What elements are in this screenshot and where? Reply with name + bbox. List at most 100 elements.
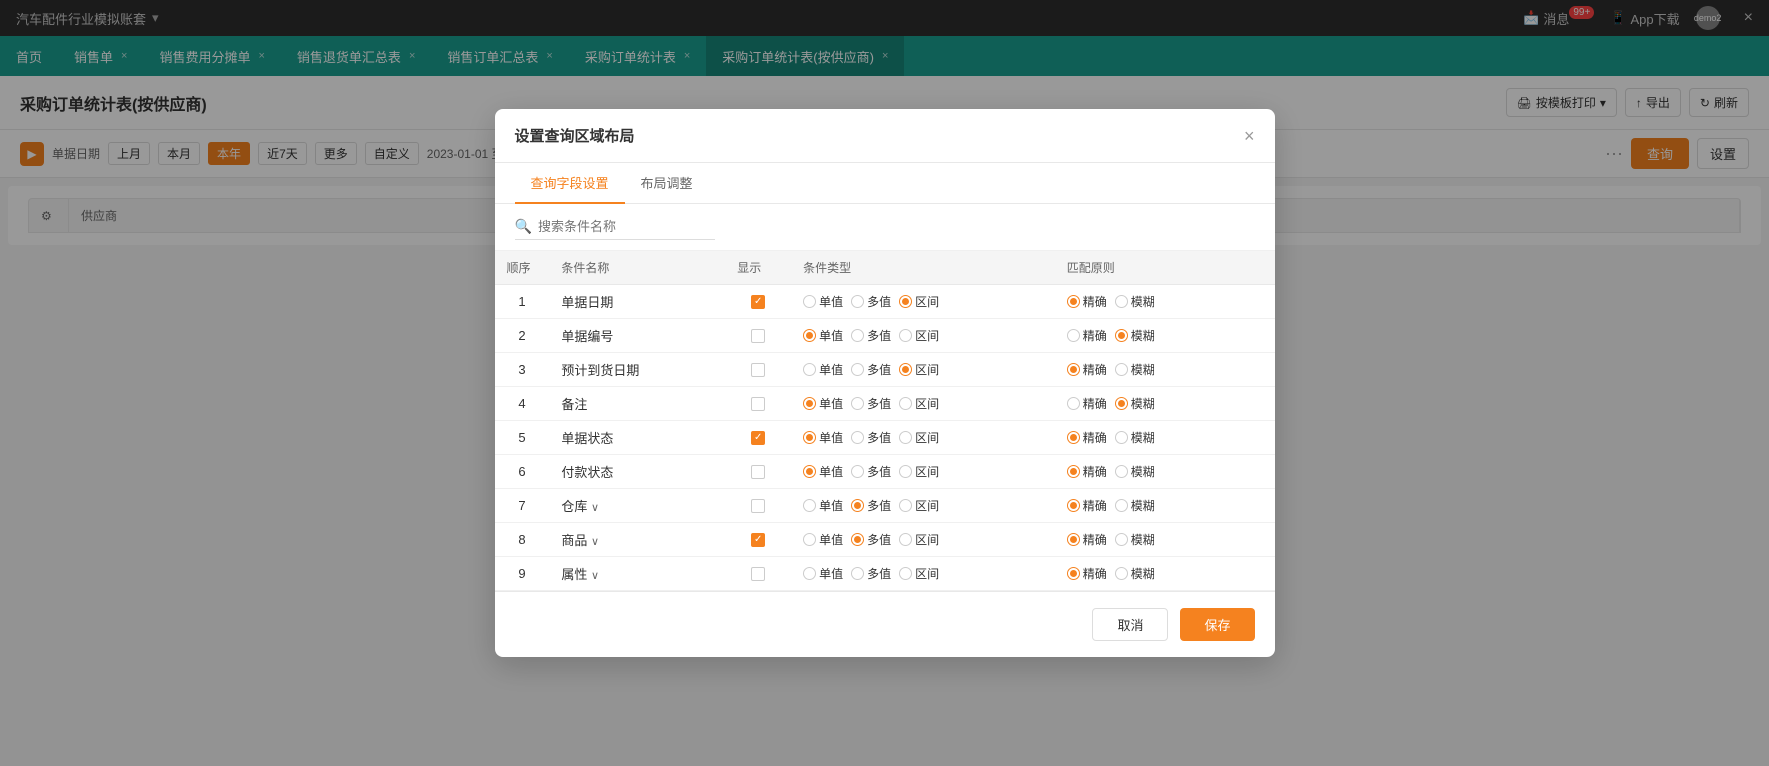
type-radio-type_single[interactable]: 单值 [803, 463, 843, 480]
show-checkbox[interactable] [751, 431, 765, 445]
match-radio-match_exact[interactable]: 精确 [1067, 565, 1107, 582]
type-radio-type_multi[interactable]: 多值 [851, 497, 891, 514]
dialog-title: 设置查询区域布局 [515, 125, 635, 146]
type-radio-type_multi[interactable]: 多值 [851, 531, 891, 548]
type-radio-type_range[interactable]: 区间 [899, 565, 939, 582]
radio-dot [851, 363, 864, 376]
table-row: 1单据日期单值多值区间精确模糊 [495, 285, 1275, 319]
cell-name: 单据日期 [549, 285, 725, 319]
save-button[interactable]: 保存 [1180, 608, 1254, 641]
type-radio-type_single[interactable]: 单值 [803, 361, 843, 378]
cell-type: 单值多值区间 [791, 489, 1055, 523]
type-radio-type_range[interactable]: 区间 [899, 497, 939, 514]
type-radio-type_multi[interactable]: 多值 [851, 463, 891, 480]
match-radio-match_fuzzy[interactable]: 模糊 [1115, 497, 1155, 514]
cell-match: 精确模糊 [1055, 557, 1275, 591]
cell-type: 单值多值区间 [791, 455, 1055, 489]
show-checkbox[interactable] [751, 363, 765, 377]
match-radio-match_fuzzy[interactable]: 模糊 [1115, 361, 1155, 378]
match-radio-match_fuzzy[interactable]: 模糊 [1115, 531, 1155, 548]
radio-dot [1067, 431, 1080, 444]
cell-name: 仓库 ∨ [549, 489, 725, 523]
type-radio-type_range[interactable]: 区间 [899, 429, 939, 446]
match-radio-match_exact[interactable]: 精确 [1067, 429, 1107, 446]
radio-dot [1115, 465, 1128, 478]
show-checkbox[interactable] [751, 329, 765, 343]
type-radio-type_range[interactable]: 区间 [899, 293, 939, 310]
show-checkbox[interactable] [751, 397, 765, 411]
type-radio-type_multi[interactable]: 多值 [851, 395, 891, 412]
match-radio-match_exact[interactable]: 精确 [1067, 293, 1107, 310]
type-radio-type_multi[interactable]: 多值 [851, 361, 891, 378]
cancel-button[interactable]: 取消 [1092, 608, 1168, 641]
cell-show [725, 353, 791, 387]
cell-match: 精确模糊 [1055, 285, 1275, 319]
type-radio-type_range[interactable]: 区间 [899, 395, 939, 412]
dialog-search-area: 🔍 [495, 204, 1275, 251]
type-radio-type_single[interactable]: 单值 [803, 293, 843, 310]
radio-dot [803, 295, 816, 308]
type-radio-group: 单值多值区间 [803, 429, 1043, 446]
type-radio-type_range[interactable]: 区间 [899, 531, 939, 548]
type-radio-type_single[interactable]: 单值 [803, 395, 843, 412]
match-radio-match_fuzzy[interactable]: 模糊 [1115, 293, 1155, 310]
cell-match: 精确模糊 [1055, 387, 1275, 421]
type-radio-type_single[interactable]: 单值 [803, 531, 843, 548]
type-radio-type_single[interactable]: 单值 [803, 429, 843, 446]
match-radio-match_exact[interactable]: 精确 [1067, 463, 1107, 480]
type-radio-type_single[interactable]: 单值 [803, 497, 843, 514]
cell-order: 7 [495, 489, 550, 523]
type-radio-group: 单值多值区间 [803, 395, 1043, 412]
radio-dot [1067, 465, 1080, 478]
radio-dot [899, 465, 912, 478]
search-input[interactable] [538, 219, 698, 234]
radio-dot [1115, 397, 1128, 410]
radio-dot [1067, 499, 1080, 512]
match-radio-match_exact[interactable]: 精确 [1067, 361, 1107, 378]
cell-show [725, 455, 791, 489]
type-radio-type_multi[interactable]: 多值 [851, 565, 891, 582]
cell-type: 单值多值区间 [791, 421, 1055, 455]
table-row: 5单据状态单值多值区间精确模糊 [495, 421, 1275, 455]
match-radio-match_fuzzy[interactable]: 模糊 [1115, 327, 1155, 344]
match-radio-match_exact[interactable]: 精确 [1067, 531, 1107, 548]
cell-name: 预计到货日期 [549, 353, 725, 387]
show-checkbox[interactable] [751, 533, 765, 547]
match-radio-match_fuzzy[interactable]: 模糊 [1115, 429, 1155, 446]
show-checkbox[interactable] [751, 465, 765, 479]
cell-match: 精确模糊 [1055, 455, 1275, 489]
type-radio-type_single[interactable]: 单值 [803, 565, 843, 582]
type-radio-type_range[interactable]: 区间 [899, 361, 939, 378]
type-radio-type_multi[interactable]: 多值 [851, 327, 891, 344]
match-radio-match_exact[interactable]: 精确 [1067, 395, 1107, 412]
tab-layout[interactable]: 布局调整 [625, 163, 709, 204]
match-radio-match_fuzzy[interactable]: 模糊 [1115, 565, 1155, 582]
config-table-header-row: 顺序 条件名称 显示 条件类型 匹配原则 [495, 251, 1275, 285]
type-radio-type_multi[interactable]: 多值 [851, 429, 891, 446]
match-radio-match_fuzzy[interactable]: 模糊 [1115, 395, 1155, 412]
tab-fields[interactable]: 查询字段设置 [515, 163, 625, 204]
type-radio-type_multi[interactable]: 多值 [851, 293, 891, 310]
cell-type: 单值多值区间 [791, 319, 1055, 353]
cell-show [725, 523, 791, 557]
dialog-close-btn[interactable]: × [1244, 127, 1255, 145]
type-radio-type_range[interactable]: 区间 [899, 463, 939, 480]
dialog-body: 顺序 条件名称 显示 条件类型 匹配原则 1单据日期单值多值区间精确模糊2单据编… [495, 251, 1275, 591]
radio-dot [899, 499, 912, 512]
type-radio-type_range[interactable]: 区间 [899, 327, 939, 344]
type-radio-group: 单值多值区间 [803, 497, 1043, 514]
th-type: 条件类型 [791, 251, 1055, 285]
match-radio-match_fuzzy[interactable]: 模糊 [1115, 463, 1155, 480]
match-radio-match_exact[interactable]: 精确 [1067, 497, 1107, 514]
type-radio-type_single[interactable]: 单值 [803, 327, 843, 344]
show-checkbox[interactable] [751, 295, 765, 309]
show-checkbox[interactable] [751, 499, 765, 513]
match-radio-match_exact[interactable]: 精确 [1067, 327, 1107, 344]
cell-type: 单值多值区间 [791, 523, 1055, 557]
search-wrap: 🔍 [515, 214, 715, 240]
show-checkbox[interactable] [751, 567, 765, 581]
table-row: 2单据编号单值多值区间精确模糊 [495, 319, 1275, 353]
cell-show [725, 285, 791, 319]
radio-dot [803, 329, 816, 342]
type-radio-group: 单值多值区间 [803, 361, 1043, 378]
